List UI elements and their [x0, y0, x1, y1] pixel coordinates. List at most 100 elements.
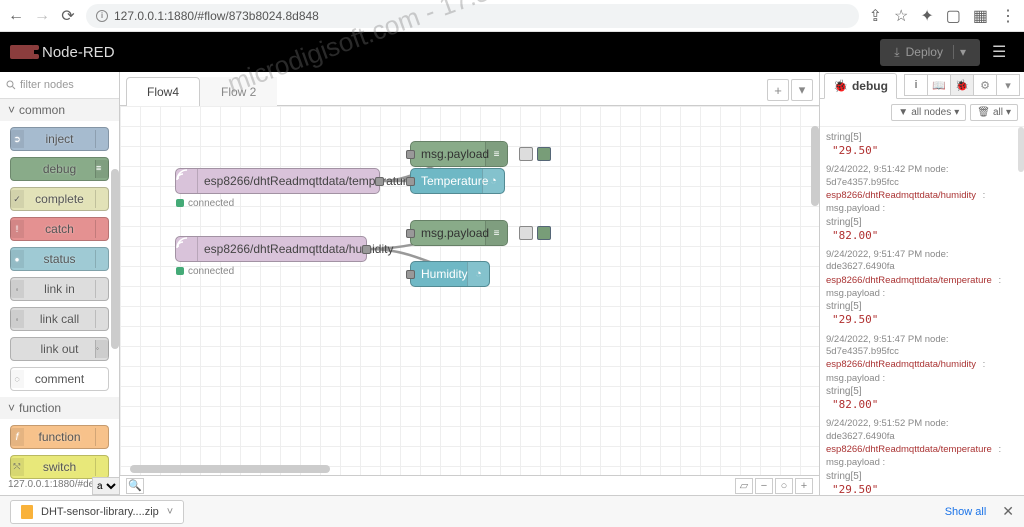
sidebar-tab-label: debug	[852, 79, 888, 93]
nodered-header: Node-RED ⤓ Deploy ▾ ☰	[0, 32, 1024, 72]
palette-node-linkout[interactable]: link out◦	[10, 337, 109, 361]
deploy-button[interactable]: ⤓ Deploy ▾	[880, 39, 980, 66]
sidebar-help-button[interactable]: 📖	[927, 74, 951, 96]
zoom-in-button[interactable]: +	[795, 478, 813, 494]
node-debug-2[interactable]: msg.payload ≡	[410, 220, 508, 246]
node-label: msg.payload	[421, 226, 489, 240]
navigator-button[interactable]: ▱	[735, 478, 753, 494]
site-info-icon[interactable]: i	[96, 10, 108, 22]
node-debug-1[interactable]: msg.payload ≡	[410, 141, 508, 167]
palette-node-linkcall[interactable]: ◦link call	[10, 307, 109, 331]
url-text: 127.0.0.1:1880/#flow/873b8024.8d848	[114, 9, 319, 23]
debug-topic: esp8266/dhtReadmqttdata/temperature	[826, 444, 992, 455]
debug-value: "82.00"	[832, 229, 878, 242]
back-button[interactable]: ←	[8, 8, 24, 24]
search-button[interactable]: 🔍	[126, 478, 144, 494]
palette-node-switch[interactable]: ⤲switch	[10, 455, 109, 479]
palette-filter-select[interactable]: all	[92, 477, 120, 495]
app-title: Node-RED	[42, 44, 880, 61]
node-badge[interactable]	[537, 147, 551, 161]
chip-icon[interactable]: ▦	[973, 6, 988, 26]
status-text: connected	[188, 198, 234, 209]
node-dashboard-humidity[interactable]: Humidity ◔	[410, 261, 490, 287]
canvas-scrollbar-v[interactable]	[811, 126, 819, 206]
sidebar-info-button[interactable]: i	[904, 74, 928, 96]
account-icon[interactable]: ▢	[946, 6, 961, 26]
node-badge[interactable]	[537, 226, 551, 240]
share-icon[interactable]: ⇪	[869, 6, 882, 26]
clear-button[interactable]: 🗑 all ▾	[970, 104, 1018, 121]
download-caret-icon[interactable]: ˅	[167, 506, 173, 518]
node-button[interactable]	[519, 226, 533, 240]
add-flow-button[interactable]: +	[767, 79, 789, 101]
address-bar[interactable]: i 127.0.0.1:1880/#flow/873b8024.8d848	[86, 4, 859, 28]
debug-entry[interactable]: string[5]"29.50"	[826, 131, 1018, 158]
status-indicator	[176, 199, 184, 207]
gauge-icon: ◔	[490, 175, 497, 187]
sidebar-config-button[interactable]: ⚙	[973, 74, 997, 96]
palette-node-status[interactable]: ●status	[10, 247, 109, 271]
show-all-downloads[interactable]: Show all	[945, 506, 987, 518]
node-mqtt-humidity[interactable]: esp8266/dhtReadmqttdata/humidity connect…	[175, 236, 367, 262]
flow-canvas[interactable]: esp8266/dhtReadmqttdata/temperature conn…	[120, 106, 819, 475]
sidebar-scrollbar[interactable]	[1018, 127, 1024, 172]
palette-node-catch[interactable]: !catch	[10, 217, 109, 241]
link-icon: ◦	[96, 344, 99, 353]
node-button[interactable]	[519, 147, 533, 161]
palette-node-complete[interactable]: ✓complete	[10, 187, 109, 211]
zoom-reset-button[interactable]: ○	[775, 478, 793, 494]
sidebar-more-button[interactable]: ▾	[996, 74, 1020, 96]
sidebar-tab-debug[interactable]: 🐞 debug	[824, 73, 897, 99]
main-menu-button[interactable]: ☰	[992, 42, 1014, 62]
palette-filter-input[interactable]: filter nodes	[0, 72, 119, 99]
deploy-caret-icon[interactable]: ▾	[953, 45, 966, 59]
mqtt-icon	[176, 169, 197, 193]
debug-type: string[5]	[826, 471, 862, 482]
forward-button[interactable]: →	[34, 8, 50, 24]
node-dashboard-temperature[interactable]: Temperature ◔	[410, 168, 505, 194]
debug-timestamp: 9/24/2022, 9:51:42 PM node: 5d7e4357.b95…	[826, 164, 1018, 189]
list-flows-button[interactable]: ▾	[791, 79, 813, 101]
tab-flow4[interactable]: Flow4	[126, 77, 200, 106]
node-label: Temperature	[421, 174, 488, 188]
menu-icon[interactable]: ⋮	[1000, 6, 1016, 26]
debug-entry[interactable]: 9/24/2022, 9:51:47 PM node: dde3627.6490…	[826, 249, 1018, 328]
bookmark-icon[interactable]: ☆	[894, 6, 908, 26]
close-shelf-button[interactable]: ✕	[1002, 503, 1014, 520]
palette-node-inject[interactable]: ➲inject	[10, 127, 109, 151]
palette-node-function[interactable]: ffunction	[10, 425, 109, 449]
category-function[interactable]: ˅ function	[0, 397, 119, 419]
zoom-out-button[interactable]: −	[755, 478, 773, 494]
debug-entry[interactable]: 9/24/2022, 9:51:52 PM node: dde3627.6490…	[826, 418, 1018, 495]
node-mqtt-temperature[interactable]: esp8266/dhtReadmqttdata/temperature conn…	[175, 168, 380, 194]
download-item[interactable]: DHT-sensor-library....zip ˅	[10, 500, 184, 524]
tab-flow2[interactable]: Flow 2	[200, 77, 277, 106]
canvas-scrollbar-h[interactable]	[130, 465, 330, 473]
debug-entry[interactable]: 9/24/2022, 9:51:42 PM node: 5d7e4357.b95…	[826, 164, 1018, 243]
palette-node-debug[interactable]: debug≡	[10, 157, 109, 181]
palette-node-linkin[interactable]: ◦link in	[10, 277, 109, 301]
debug-timestamp: 9/24/2022, 9:51:47 PM node: 5d7e4357.b95…	[826, 334, 1018, 359]
node-label: msg.payload	[421, 147, 489, 161]
mqtt-icon	[176, 237, 197, 261]
status-icon: ●	[15, 255, 20, 264]
debug-entry[interactable]: 9/24/2022, 9:51:47 PM node: 5d7e4357.b95…	[826, 334, 1018, 413]
palette-node-comment[interactable]: ◌comment	[10, 367, 109, 391]
sidebar-debug-button[interactable]: 🐞	[950, 74, 974, 96]
search-icon	[6, 80, 16, 90]
link-icon: ◦	[16, 285, 19, 294]
palette-scrollbar[interactable]	[111, 169, 119, 349]
comment-icon: ◌	[14, 374, 19, 384]
reload-button[interactable]: ⟳	[60, 8, 76, 24]
arrow-icon: ➲	[13, 134, 21, 145]
node-palette: filter nodes ˅ common ➲inject debug≡ ✓co…	[0, 72, 120, 495]
flow-tabs: Flow4 Flow 2 + ▾	[120, 72, 819, 106]
debug-timestamp: 9/24/2022, 9:51:52 PM node: dde3627.6490…	[826, 418, 1018, 443]
function-icon: f	[16, 432, 19, 443]
extensions-icon[interactable]: ✦	[920, 6, 933, 26]
gauge-icon: ◔	[475, 268, 482, 280]
category-common[interactable]: ˅ common	[0, 99, 119, 121]
debug-type: string[5]	[826, 132, 862, 143]
filter-nodes-button[interactable]: ▼ all nodes ▾	[891, 104, 966, 121]
workspace-footer: 🔍 ▱ − ○ +	[120, 475, 819, 495]
